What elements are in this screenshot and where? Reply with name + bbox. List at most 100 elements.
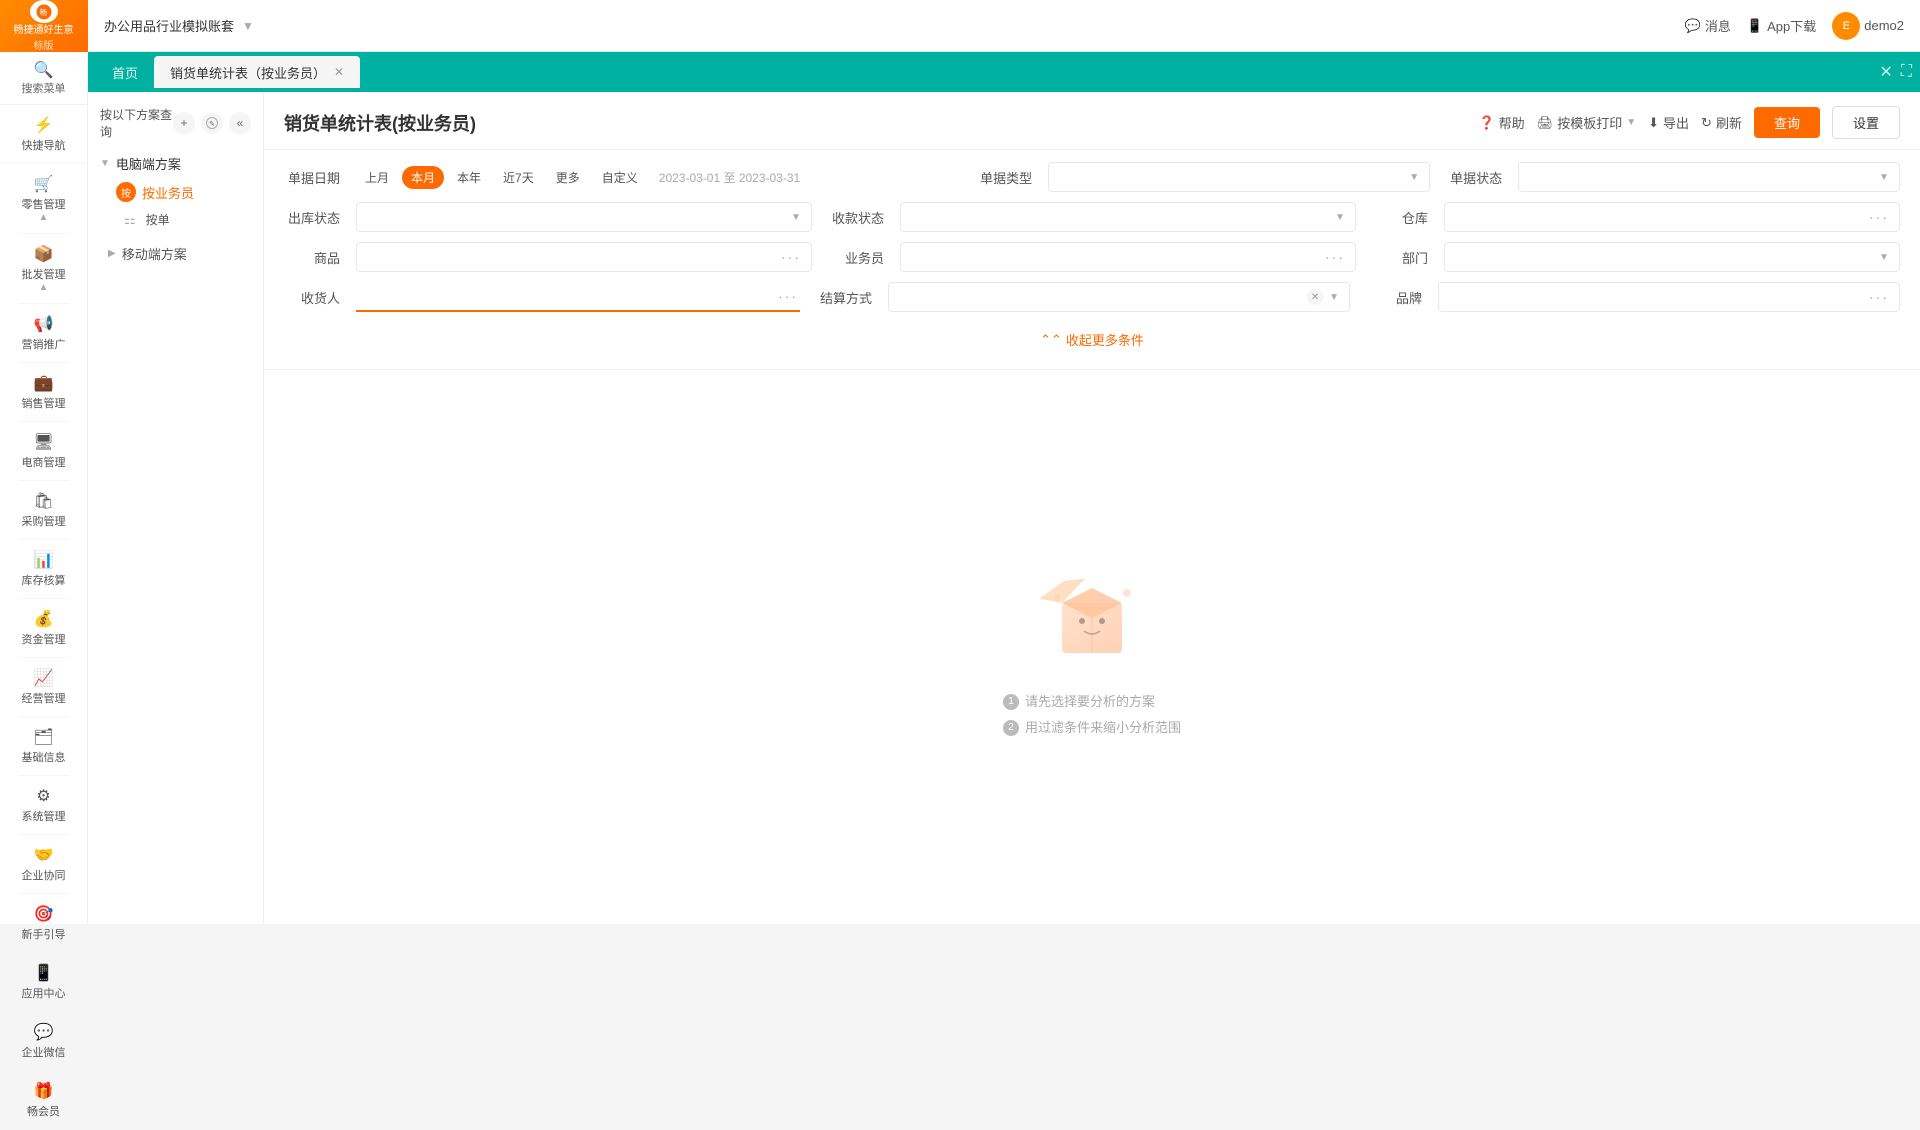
sidebar-item-11[interactable]: 🤝企业协同: [18, 835, 70, 894]
receiver-dots-icon[interactable]: ···: [778, 288, 798, 304]
warehouse-dots-icon[interactable]: ···: [1869, 209, 1889, 225]
sidebar-item-label-3: 销售管理: [22, 395, 66, 411]
goods-input[interactable]: ···: [356, 242, 812, 272]
sidebar-item-2[interactable]: 📢营销推广: [18, 304, 70, 363]
scheme-by-order-icon: ⚏: [124, 212, 136, 228]
settlement-input[interactable]: ✕ ▼: [888, 282, 1350, 312]
receiver-input[interactable]: ···: [356, 282, 800, 312]
quick-nav[interactable]: ⚡ 快捷导航: [0, 105, 87, 164]
settings-button[interactable]: 设置: [1832, 106, 1900, 139]
settlement-clear-button[interactable]: ✕: [1307, 289, 1323, 305]
tab-maximize[interactable]: ⛶: [1901, 63, 1912, 81]
sidebar-item-label-13: 应用中心: [22, 985, 66, 1001]
tab-close-icon[interactable]: ✕: [334, 65, 344, 79]
edit-scheme-button[interactable]: ✎: [201, 112, 223, 134]
stock-status-input[interactable]: ▼: [356, 202, 812, 232]
sidebar-item-label-14: 企业微信: [22, 1044, 66, 1060]
app-download-button[interactable]: 📱 App下载: [1747, 16, 1816, 35]
sidebar-item-14[interactable]: 💬 企业微信: [18, 1012, 70, 1071]
sidebar-item-label-10: 系统管理: [22, 808, 66, 824]
sidebar-item-label-0: 零售管理: [22, 196, 66, 212]
brand-input[interactable]: ···: [1438, 282, 1900, 312]
mobile-section-header[interactable]: ▶ 移动端方案: [88, 240, 263, 267]
add-scheme-button[interactable]: +: [173, 112, 195, 134]
help-button[interactable]: ❓ 帮助: [1478, 113, 1524, 132]
user-menu[interactable]: E demo2: [1832, 12, 1904, 40]
tab-sales-stat-label: 销货单统计表（按业务员）: [170, 63, 326, 82]
payment-status-arrow-icon: ▼: [1335, 212, 1345, 223]
print-dropdown-icon[interactable]: ▼: [1626, 117, 1636, 128]
desktop-section-header[interactable]: ▼ 电脑端方案: [88, 150, 263, 177]
sidebar-item-15[interactable]: 🎁畅会员: [18, 1071, 70, 1130]
sidebar-item-3[interactable]: 💼销售管理: [18, 363, 70, 422]
sidebar-nav: 🛒零售管理▲📦批发管理▲📢营销推广💼销售管理🖥电商管理🛍采购管理📊库存核算💰资金…: [18, 164, 70, 1130]
date-btn-custom[interactable]: 自定义: [593, 166, 647, 189]
tab-close-window[interactable]: ✕: [1879, 62, 1892, 82]
payment-status-label: 收款状态: [828, 208, 884, 227]
quick-nav-label: 快捷导航: [22, 137, 66, 153]
logo-subtitle: 标版: [34, 37, 54, 52]
sidebar-item-5[interactable]: 🛍采购管理: [18, 481, 70, 540]
date-btn-more[interactable]: 更多: [547, 166, 589, 189]
message-button[interactable]: 💬 消息: [1685, 16, 1731, 35]
brand-dots-icon[interactable]: ···: [1869, 289, 1889, 305]
scheme-by-staff[interactable]: 按 按业务员: [88, 177, 263, 207]
app-download-icon: 📱: [1747, 18, 1763, 34]
search-label: 搜索菜单: [22, 80, 66, 96]
scheme-by-order[interactable]: ⚏ 按单: [88, 207, 263, 232]
export-button[interactable]: ⬇ 导出: [1648, 113, 1689, 132]
tip-text-2: 用过滤条件来缩小分析范围: [1025, 715, 1181, 741]
sidebar-item-13[interactable]: 📱应用中心: [18, 953, 70, 1012]
sidebar-item-label-2: 营销推广: [22, 336, 66, 352]
sidebar-item-label-12: 新手引导: [22, 926, 66, 942]
logo-icon: 畅: [30, 0, 58, 23]
empty-state: 1 请先选择要分析的方案 2 用过滤条件来缩小分析范围: [264, 370, 1920, 924]
doc-type-input[interactable]: ▼: [1048, 162, 1430, 192]
warehouse-label: 仓库: [1372, 208, 1428, 227]
tabbar: 首页 销货单统计表（按业务员） ✕ ✕ ⛶: [88, 52, 1920, 92]
refresh-button[interactable]: ↻ 刷新: [1701, 113, 1742, 132]
sidebar-item-4[interactable]: 🖥电商管理: [18, 422, 70, 481]
sidebar-item-icon-14: 💬: [34, 1022, 54, 1042]
query-button[interactable]: 查询: [1754, 107, 1820, 138]
sidebar-item-6[interactable]: 📊库存核算: [18, 540, 70, 599]
doc-status-input[interactable]: ▼: [1518, 162, 1900, 192]
sidebar-item-9[interactable]: 🗂基础信息: [18, 717, 70, 776]
sidebar-item-label-5: 采购管理: [22, 513, 66, 529]
sidebar-item-0[interactable]: 🛒零售管理▲: [18, 164, 70, 234]
date-btn-last-month[interactable]: 上月: [356, 166, 398, 189]
help-icon: ❓: [1478, 115, 1494, 131]
sidebar-item-label-9: 基础信息: [22, 749, 66, 765]
date-filter-buttons: 上月 本月 本年 近7天 更多 自定义 2023-03-01 至 2023-03…: [356, 166, 800, 189]
warehouse-input[interactable]: ···: [1444, 202, 1900, 232]
department-input[interactable]: ▼: [1444, 242, 1900, 272]
collapse-more-button[interactable]: ⌃⌃ 收起更多条件: [284, 322, 1900, 357]
payment-status-input[interactable]: ▼: [900, 202, 1356, 232]
date-btn-7days[interactable]: 近7天: [494, 166, 543, 189]
mobile-arrow-icon: ▶: [108, 248, 116, 259]
sidebar-item-7[interactable]: 💰资金管理: [18, 599, 70, 658]
goods-dots-icon[interactable]: ···: [781, 249, 801, 265]
main-area: 办公用品行业模拟账套 ▼ 💬 消息 📱 App下载 E demo2 首页: [88, 0, 1920, 924]
date-btn-this-year[interactable]: 本年: [448, 166, 490, 189]
staff-dots-icon[interactable]: ···: [1325, 249, 1345, 265]
sidebar-item-label-11: 企业协同: [22, 867, 66, 883]
app-logo[interactable]: 畅 畅捷通好生意 标版: [0, 0, 88, 52]
message-label: 消息: [1705, 16, 1731, 35]
search-menu[interactable]: 🔍 搜索菜单: [0, 52, 87, 105]
brand-label: 品牌: [1366, 288, 1422, 307]
sidebar-item-10[interactable]: ⚙系统管理: [18, 776, 70, 835]
sidebar-item-1[interactable]: 📦批发管理▲: [18, 234, 70, 304]
desktop-arrow-icon: ▼: [100, 158, 110, 169]
collapse-panel-button[interactable]: «: [229, 112, 251, 134]
sidebar-item-8[interactable]: 📈经营管理: [18, 658, 70, 717]
logo-text: 畅捷通好生意: [14, 25, 74, 37]
settlement-label: 结算方式: [816, 288, 872, 307]
empty-tip-1: 1 请先选择要分析的方案: [1003, 689, 1181, 715]
date-btn-this-month[interactable]: 本月: [402, 166, 444, 189]
tab-home[interactable]: 首页: [96, 56, 154, 88]
print-button[interactable]: 🖨 按模板打印 ▼: [1537, 113, 1636, 132]
tab-sales-stat[interactable]: 销货单统计表（按业务员） ✕: [154, 56, 360, 88]
topbar-dropdown-icon[interactable]: ▼: [242, 19, 254, 33]
staff-input[interactable]: ···: [900, 242, 1356, 272]
